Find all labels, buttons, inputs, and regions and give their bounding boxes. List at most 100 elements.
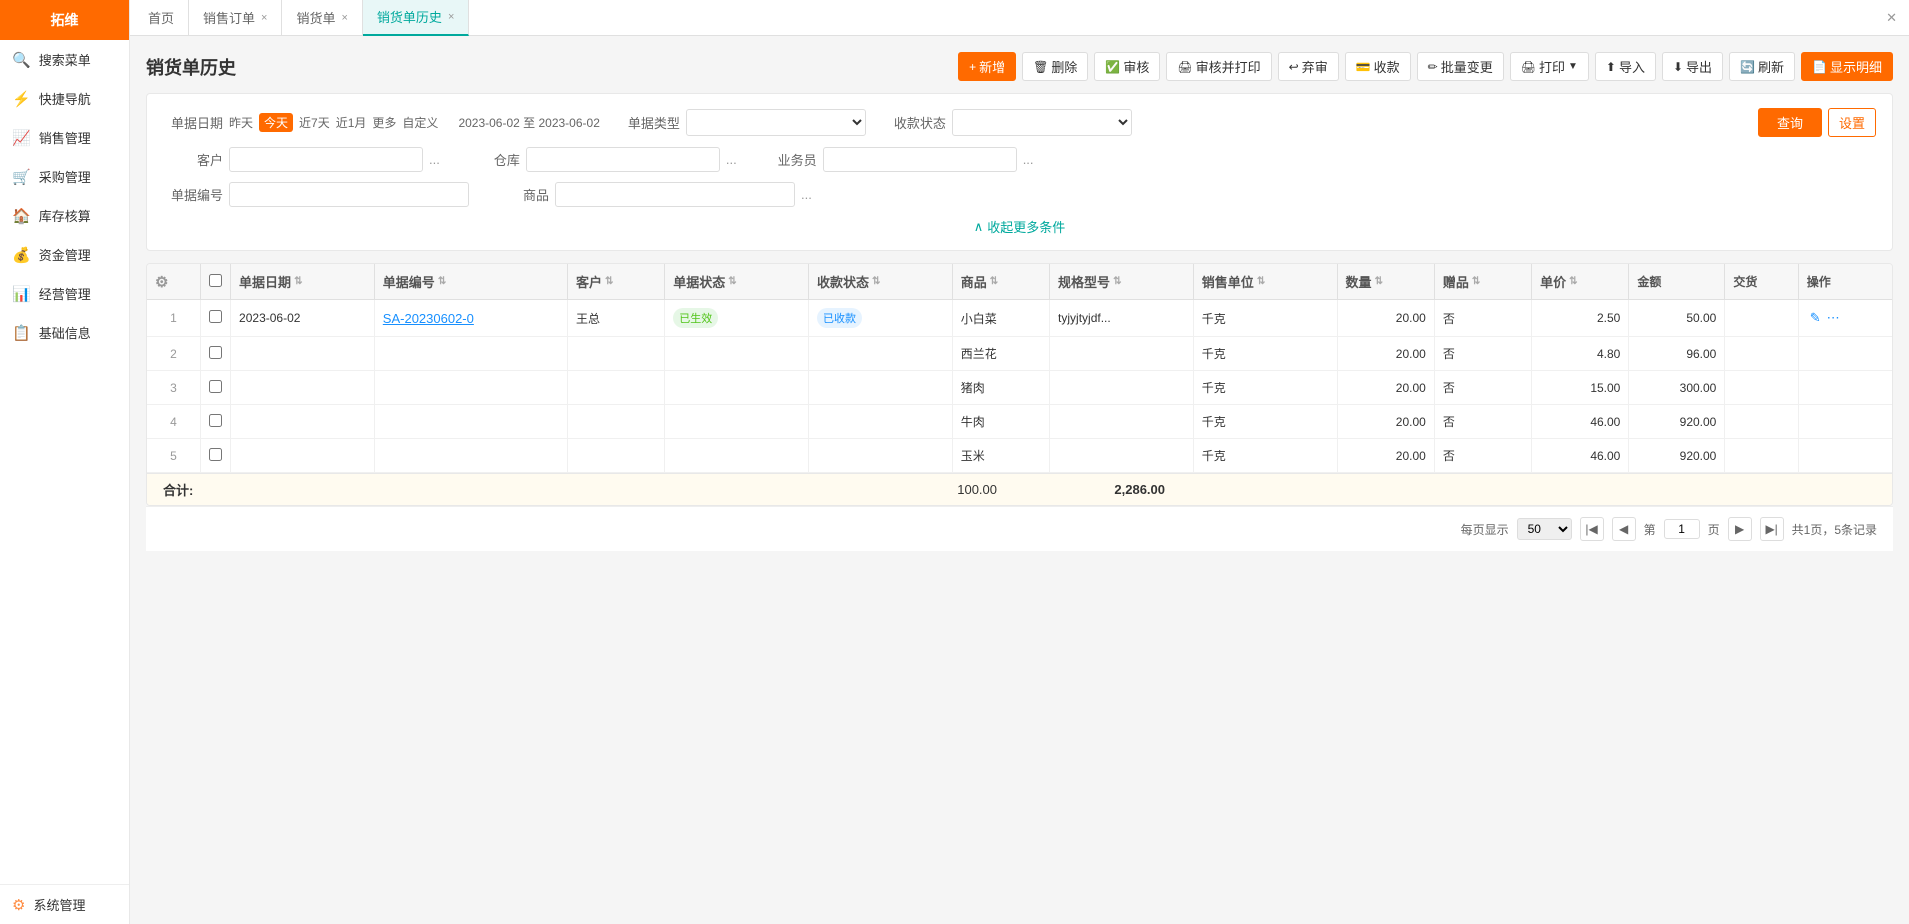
filter-date: 单据日期 昨天 今天 近7天 近1月 更多 自定义	[163, 113, 438, 132]
tab-close-sales-order[interactable]: ×	[261, 12, 267, 24]
th-qty[interactable]: 数量⇅	[1337, 264, 1434, 300]
th-collect-status[interactable]: 收款状态⇅	[809, 264, 953, 300]
show-detail-button[interactable]: 📄 显示明细	[1801, 52, 1893, 81]
sales-mgmt-icon: 📈	[12, 129, 31, 147]
collect-button[interactable]: 💳 收款	[1345, 52, 1411, 81]
sidebar-item-basic-info[interactable]: 📋 基础信息	[0, 313, 129, 352]
sidebar-item-operations[interactable]: 📊 经营管理	[0, 274, 129, 313]
doc-status-badge-0: 已生效	[673, 308, 718, 328]
th-gift[interactable]: 赠品⇅	[1434, 264, 1531, 300]
last-page-button[interactable]: ▶|	[1760, 517, 1784, 541]
th-goods[interactable]: 商品⇅	[952, 264, 1049, 300]
row-checkbox-1[interactable]	[201, 337, 231, 371]
th-unit[interactable]: 销售单位⇅	[1193, 264, 1337, 300]
tab-sales-order[interactable]: 销售订单 ×	[189, 0, 282, 36]
shortcut-yesterday[interactable]: 昨天	[229, 114, 253, 131]
prev-page-button[interactable]: ◀	[1612, 517, 1636, 541]
tab-close-sales-history[interactable]: ×	[448, 11, 454, 23]
th-customer[interactable]: 客户⇅	[568, 264, 665, 300]
sidebar-item-sales-mgmt[interactable]: 📈 销售管理	[0, 118, 129, 157]
sidebar-item-search-menu[interactable]: 🔍 搜索菜单	[0, 40, 129, 79]
row-check-0[interactable]	[209, 310, 222, 323]
tab-sales-delivery[interactable]: 销货单 ×	[282, 0, 362, 36]
shortcut-1month[interactable]: 近1月	[336, 114, 367, 131]
sidebar-item-inventory[interactable]: 🏠 库存核算	[0, 196, 129, 235]
collapse-button[interactable]: ∧ 收起更多条件	[163, 217, 1876, 236]
row-num-3: 4	[147, 405, 201, 439]
edit-icon-0[interactable]: ✎	[1810, 310, 1821, 325]
sidebar-item-finance[interactable]: 💰 资金管理	[0, 235, 129, 274]
th-settings[interactable]: ⚙	[147, 264, 201, 300]
goods-dots[interactable]: ...	[801, 187, 812, 202]
customer-input[interactable]	[229, 147, 423, 172]
sidebar-item-sys-mgmt[interactable]: ⚙ 系统管理	[0, 885, 129, 924]
sidebar-item-quick-nav[interactable]: ⚡ 快捷导航	[0, 79, 129, 118]
row-check-4[interactable]	[209, 448, 222, 461]
shortcut-today[interactable]: 今天	[259, 113, 293, 132]
warehouse-input[interactable]	[526, 147, 720, 172]
tab-sales-history[interactable]: 销货单历史 ×	[363, 0, 469, 36]
first-page-button[interactable]: |◀	[1580, 517, 1604, 541]
row-doc-no-0[interactable]: SA-20230602-0	[374, 300, 567, 337]
delete-button[interactable]: 🗑 删除	[1022, 52, 1088, 81]
goods-input[interactable]	[555, 182, 795, 207]
row-check-3[interactable]	[209, 414, 222, 427]
tab-close-sales-delivery[interactable]: ×	[341, 12, 347, 24]
import-button[interactable]: ⬆ 导入	[1595, 52, 1656, 81]
customer-label: 客户	[163, 150, 223, 169]
row-check-1[interactable]	[209, 346, 222, 359]
filter-warehouse: 仓库 ...	[460, 147, 737, 172]
print-button[interactable]: 🖨 打印 ▼	[1510, 52, 1589, 81]
export-button[interactable]: ⬇ 导出	[1662, 52, 1723, 81]
audit-print-button[interactable]: 🖨 审核并打印	[1166, 52, 1271, 81]
staff-dots[interactable]: ...	[1023, 152, 1034, 167]
tab-home[interactable]: 首页	[134, 0, 189, 36]
row-goods-3: 牛肉	[952, 405, 1049, 439]
more-icon-0[interactable]: ⋯	[1827, 310, 1840, 325]
page-label-pre: 第	[1644, 521, 1656, 538]
row-transaction-1	[1725, 337, 1798, 371]
close-all-icon[interactable]: ✕	[1886, 10, 1897, 26]
th-doc-status[interactable]: 单据状态⇅	[665, 264, 809, 300]
row-check-2[interactable]	[209, 380, 222, 393]
settings-button[interactable]: 设置	[1828, 108, 1876, 137]
row-checkbox-0[interactable]	[201, 300, 231, 337]
warehouse-dots[interactable]: ...	[726, 152, 737, 167]
delete-icon: 🗑	[1033, 60, 1048, 74]
doc-no-input[interactable]	[229, 182, 469, 207]
sort-unit-icon: ⇅	[1257, 276, 1265, 287]
row-checkbox-2[interactable]	[201, 371, 231, 405]
row-checkbox-4[interactable]	[201, 439, 231, 473]
sidebar-item-purchase-mgmt[interactable]: 🛒 采购管理	[0, 157, 129, 196]
th-price[interactable]: 单价⇅	[1532, 264, 1629, 300]
row-spec-2	[1050, 371, 1194, 405]
th-doc-date[interactable]: 单据日期⇅	[231, 264, 375, 300]
batch-change-button[interactable]: ✏ 批量变更	[1417, 52, 1504, 81]
refresh-button[interactable]: 🔄 刷新	[1729, 52, 1795, 81]
row-checkbox-3[interactable]	[201, 405, 231, 439]
per-page-select[interactable]: 50 100 200	[1517, 518, 1572, 540]
settings-gear-icon[interactable]: ⚙	[155, 274, 168, 291]
customer-dots[interactable]: ...	[429, 152, 440, 167]
doc-type-select[interactable]	[686, 109, 866, 136]
query-button[interactable]: 查询	[1758, 108, 1822, 137]
staff-input[interactable]	[823, 147, 1017, 172]
filter-panel: 单据日期 昨天 今天 近7天 近1月 更多 自定义 2023-06-02 至 2…	[146, 93, 1893, 251]
page-number-input[interactable]	[1664, 519, 1700, 539]
shortcut-custom[interactable]: 自定义	[402, 114, 438, 131]
doc-no-link-0[interactable]: SA-20230602-0	[383, 311, 474, 326]
collect-status-select[interactable]	[952, 109, 1132, 136]
th-spec[interactable]: 规格型号⇅	[1050, 264, 1194, 300]
audit-button[interactable]: ✅ 审核	[1094, 52, 1160, 81]
abandon-button[interactable]: ↩ 弃审	[1278, 52, 1339, 81]
filter-collect-status: 收款状态	[886, 109, 1132, 136]
sort-spec-icon: ⇅	[1113, 276, 1121, 287]
next-page-button[interactable]: ▶	[1728, 517, 1752, 541]
filter-row-3: 单据编号 商品 ...	[163, 182, 1876, 207]
select-all-checkbox[interactable]	[209, 274, 222, 287]
th-doc-no[interactable]: 单据编号⇅	[374, 264, 567, 300]
shortcut-7days[interactable]: 近7天	[299, 114, 330, 131]
shortcut-more[interactable]: 更多	[372, 114, 396, 131]
row-gift-4: 否	[1434, 439, 1531, 473]
new-button[interactable]: + 新增	[958, 52, 1016, 81]
